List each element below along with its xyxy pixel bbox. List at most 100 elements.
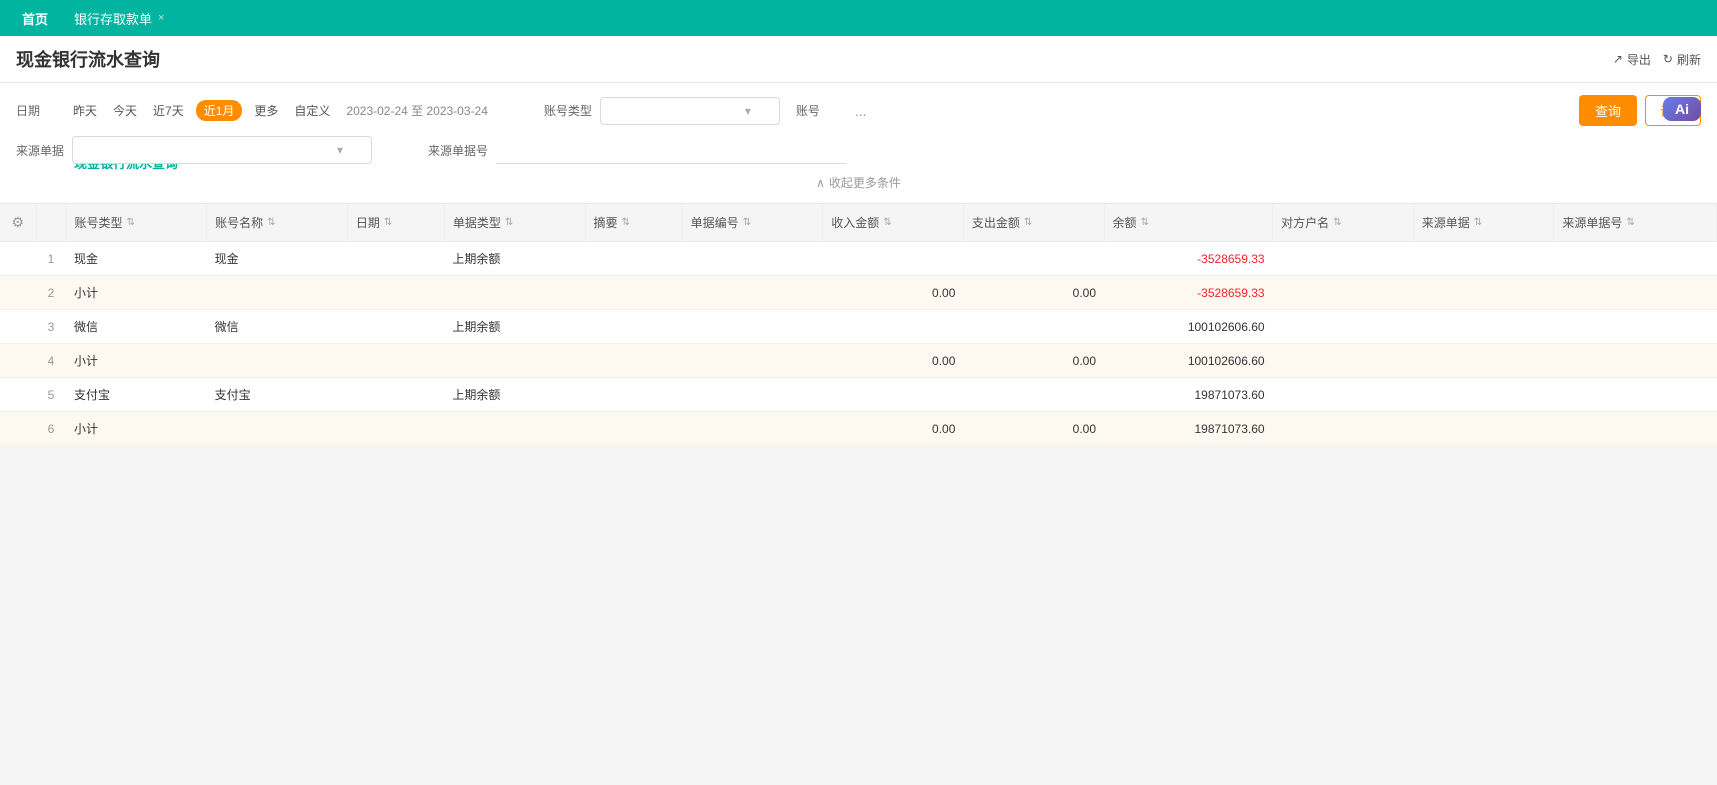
account-dots-button[interactable]: ... [849, 101, 873, 121]
row-gear-cell[interactable] [0, 378, 36, 412]
table-cell: 微信 [66, 310, 207, 344]
export-button[interactable]: ↗ 导出 [1613, 51, 1651, 68]
gear-icon: ⚙ [11, 214, 24, 230]
summary-column-header[interactable]: 摘要⇅ [585, 204, 682, 242]
collapse-label: 收起更多条件 [829, 174, 901, 191]
account-type-select[interactable]: ▾ [600, 97, 780, 125]
top-navigation: 首页 收款单×付款单×其他收入单×应收应付调整单×银行存取款单×预收冲应收单×收… [0, 0, 1717, 36]
row-gear-cell[interactable] [0, 344, 36, 378]
expense-column-header[interactable]: 支出金额⇅ [963, 204, 1104, 242]
table-cell [1273, 378, 1414, 412]
table-cell [963, 378, 1104, 412]
table-cell: 4 [36, 344, 66, 378]
table-cell [585, 242, 682, 276]
table-cell [1273, 276, 1414, 310]
query-button[interactable]: 查询 [1579, 95, 1637, 126]
refresh-icon: ↻ [1663, 52, 1673, 66]
income-column-header[interactable]: 收入金额⇅ [823, 204, 964, 242]
table-cell [207, 344, 348, 378]
date-filter-更多[interactable]: 更多 [250, 100, 282, 121]
account-name-column-header[interactable]: 账号名称⇅ [207, 204, 348, 242]
data-table: ⚙ 账号类型⇅ 账号名称⇅ 日期⇅ 单据类型⇅ 摘要⇅ [0, 204, 1717, 446]
table-cell [347, 276, 444, 310]
source-doc-filter-group: 来源单据 ▾ [16, 136, 372, 164]
table-cell [1413, 412, 1554, 446]
collapse-bar[interactable]: ∧ 收起更多条件 [16, 174, 1701, 191]
table-cell [823, 378, 964, 412]
nav-tab-银行存取款单[interactable]: 银行存取款单× [62, 0, 202, 36]
table-cell: -3528659.33 [1104, 276, 1273, 310]
table-row: 2小计0.000.00-3528659.33 [0, 276, 1717, 310]
table-cell: 0.00 [963, 412, 1104, 446]
chevron-down-icon2: ▾ [337, 143, 343, 157]
table-cell [682, 242, 823, 276]
date-filter-昨天[interactable]: 昨天 [69, 100, 101, 121]
table-cell [347, 310, 444, 344]
table-cell: 100102606.60 [1104, 310, 1273, 344]
account-type-column-header[interactable]: 账号类型⇅ [66, 204, 207, 242]
table-cell [444, 412, 585, 446]
close-icon[interactable]: × [158, 48, 164, 60]
table-cell [1554, 276, 1717, 310]
table-cell [207, 276, 348, 310]
row-gear-cell[interactable] [0, 310, 36, 344]
date-filter-今天[interactable]: 今天 [109, 100, 141, 121]
date-range-display: 2023-02-24 至 2023-03-24 [346, 102, 487, 119]
table-cell: 微信 [207, 310, 348, 344]
table-cell: 5 [36, 378, 66, 412]
source-doc-no-input[interactable] [496, 136, 846, 164]
table-cell [682, 310, 823, 344]
table-cell: 上期余额 [444, 310, 585, 344]
source-doc-no-column-header[interactable]: 来源单据号⇅ [1554, 204, 1717, 242]
table-row: 5支付宝支付宝上期余额19871073.60 [0, 378, 1717, 412]
table-cell [1413, 378, 1554, 412]
home-nav-item[interactable]: 首页 [8, 0, 62, 36]
table-cell: 小计 [66, 412, 207, 446]
page-title: 现金银行流水查询 [16, 46, 160, 72]
chevron-down-icon: ▾ [745, 104, 751, 118]
table-cell [823, 242, 964, 276]
balance-column-header[interactable]: 余额⇅ [1104, 204, 1273, 242]
table-cell [1554, 242, 1717, 276]
table-cell [347, 242, 444, 276]
table-cell: 2 [36, 276, 66, 310]
close-icon[interactable]: × [158, 84, 164, 96]
source-doc-no-label: 来源单据号 [428, 142, 488, 159]
refresh-label: 刷新 [1677, 51, 1701, 68]
table-cell [823, 310, 964, 344]
counterparty-column-header[interactable]: 对方户名⇅ [1273, 204, 1414, 242]
refresh-button[interactable]: ↻ 刷新 [1663, 51, 1701, 68]
table-cell: -3528659.33 [1104, 242, 1273, 276]
close-icon[interactable]: × [158, 120, 164, 132]
export-label: 导出 [1627, 51, 1651, 68]
gear-column-header[interactable]: ⚙ [0, 204, 36, 242]
row-gear-cell[interactable] [0, 412, 36, 446]
date-filter-近7天[interactable]: 近7天 [149, 100, 188, 121]
close-icon[interactable]: × [158, 12, 164, 24]
date-column-header[interactable]: 日期⇅ [347, 204, 444, 242]
table-cell [1273, 310, 1414, 344]
table-row: 1现金现金上期余额-3528659.33 [0, 242, 1717, 276]
date-filter-近1月[interactable]: 近1月 [196, 100, 243, 121]
table-cell [682, 378, 823, 412]
doc-no-column-header[interactable]: 单据编号⇅ [682, 204, 823, 242]
table-cell: 0.00 [823, 412, 964, 446]
table-header-row: ⚙ 账号类型⇅ 账号名称⇅ 日期⇅ 单据类型⇅ 摘要⇅ [0, 204, 1717, 242]
table-cell [1413, 310, 1554, 344]
doc-type-column-header[interactable]: 单据类型⇅ [444, 204, 585, 242]
date-filter-group: 日期 昨天今天近7天近1月更多自定义 2023-02-24 至 2023-03-… [16, 100, 488, 121]
row-gear-cell[interactable] [0, 242, 36, 276]
table-cell: 上期余额 [444, 378, 585, 412]
table-cell: 0.00 [963, 344, 1104, 378]
header-actions: ↗ 导出 ↻ 刷新 [1613, 51, 1701, 68]
table-cell [585, 276, 682, 310]
source-doc-column-header[interactable]: 来源单据⇅ [1413, 204, 1554, 242]
filter-row-1: 日期 昨天今天近7天近1月更多自定义 2023-02-24 至 2023-03-… [16, 95, 1701, 126]
ai-badge[interactable]: Ai [1663, 97, 1701, 121]
source-doc-select[interactable]: ▾ [72, 136, 372, 164]
table-cell [1273, 344, 1414, 378]
table-cell [585, 412, 682, 446]
row-gear-cell[interactable] [0, 276, 36, 310]
table-cell [1273, 242, 1414, 276]
date-filter-自定义[interactable]: 自定义 [290, 100, 334, 121]
